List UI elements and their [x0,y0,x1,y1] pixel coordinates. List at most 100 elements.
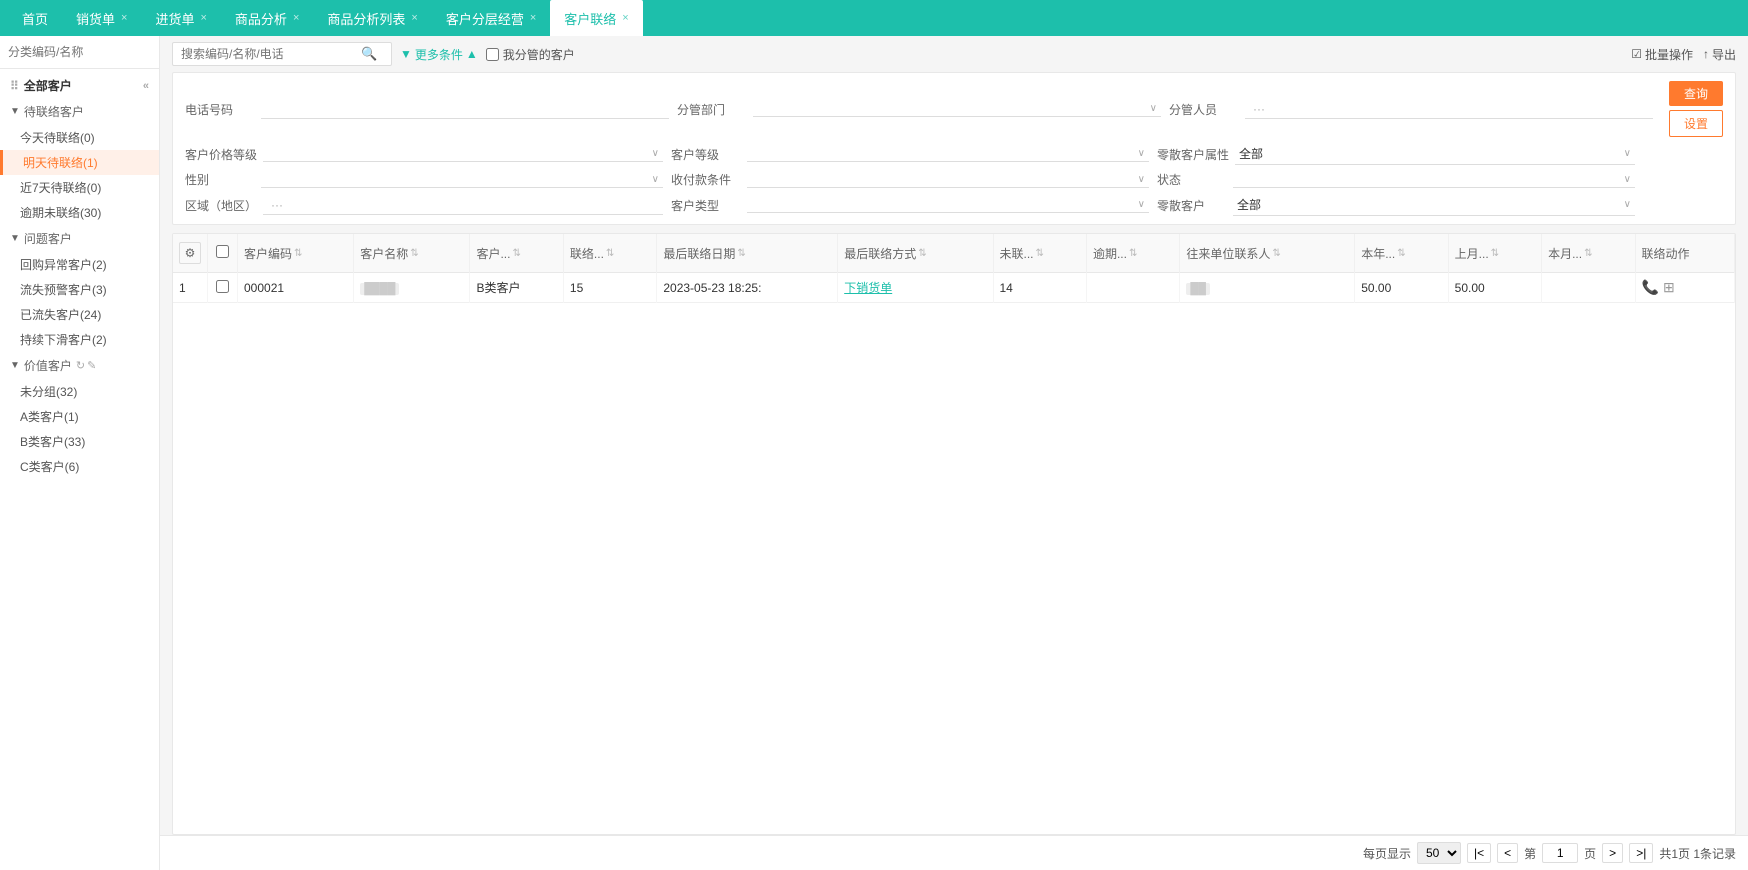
sidebar-problem-section[interactable]: ▼ 问题客户 [0,225,159,252]
customer-type-select[interactable]: ∨ [747,197,1149,213]
retail-customer-select[interactable]: 全部 ∨ [1233,194,1635,216]
col-name[interactable]: 客户名称 ⇅ [354,234,470,273]
sort-icon: ⇅ [1397,248,1405,259]
nav-purchase[interactable]: 进货单 × [141,0,220,36]
row-actions[interactable]: 📞 ⊞ [1635,273,1734,303]
nav-product-analysis-list[interactable]: 商品分析列表 × [313,0,431,36]
phone-action-icon[interactable]: 📞 [1642,279,1659,296]
my-customers-checkbox[interactable]: 我分管的客户 [486,46,575,63]
filter-price-level: 客户价格等级 ∨ [185,146,663,163]
edit-icon[interactable]: ✎ [87,359,96,372]
filter-phone: 电话号码 [185,100,669,119]
close-icon[interactable]: × [121,12,127,24]
last-page-button[interactable]: >| [1629,843,1653,863]
row-last-method[interactable]: 下销货单 [838,273,993,303]
filter-customer-type: 客户类型 ∨ [671,197,1149,214]
sidebar-item-a-class[interactable]: A类客户(1) [0,404,159,429]
sidebar-item-overdue-contact[interactable]: 逾期未联络(30) [0,200,159,225]
close-icon[interactable]: × [530,12,536,24]
payment-select[interactable]: ∨ [747,172,1149,188]
sort-icon: ⇅ [606,248,614,259]
collapse-icon[interactable]: « [143,80,149,92]
sidebar-item-continue-drop[interactable]: 持续下滑客户(2) [0,327,159,352]
toolbar-search-box[interactable]: 🔍 [172,42,392,66]
col-contact-person[interactable]: 往来单位联系人 ⇅ [1180,234,1355,273]
close-icon[interactable]: × [200,12,206,24]
more-filter-button[interactable]: ▼ 更多条件 ▲ [400,46,478,63]
export-button[interactable]: ↑ 导出 [1703,46,1736,63]
sidebar-item-already-lost[interactable]: 已流失客户(24) [0,302,159,327]
customer-level-select[interactable]: ∨ [747,146,1149,162]
person-select[interactable]: ··· [1245,100,1653,119]
nav-home[interactable]: 首页 [8,0,62,36]
prev-page-button[interactable]: < [1497,843,1518,863]
col-this-month[interactable]: 本月... ⇅ [1542,234,1635,273]
sort-icon: ⇅ [294,248,302,259]
col-code[interactable]: 客户编码 ⇅ [238,234,354,273]
filter-row-1: 电话号码 分管部门 ∨ 分管人员 ··· 查询 设置 [185,81,1723,137]
query-button[interactable]: 查询 [1669,81,1723,106]
row-last-date: 2023-05-23 18:25: [657,273,838,303]
row-this-year: 50.00 [1355,273,1448,303]
content-area: 🔍 ▼ 更多条件 ▲ 我分管的客户 ☑ 批量操作 ↑ 导出 [160,36,1748,870]
my-customers-check[interactable] [486,48,499,61]
nav-sales[interactable]: 销货单 × [62,0,141,36]
close-icon[interactable]: × [622,12,628,24]
customers-table: ⚙ 客户编码 ⇅ 客户名称 [173,234,1735,303]
nav-customer-contact[interactable]: 客户联络 × [550,0,642,36]
settings-button[interactable]: 设置 [1669,110,1723,137]
page-size-select[interactable]: 50 [1417,842,1461,864]
qr-action-icon[interactable]: ⊞ [1663,279,1675,296]
sidebar-item-week7-contact[interactable]: 近7天待联络(0) [0,175,159,200]
col-last-date[interactable]: 最后联络日期 ⇅ [657,234,838,273]
col-overdue[interactable]: 逾期... ⇅ [1086,234,1179,273]
col-checkbox[interactable] [208,234,238,273]
gear-button[interactable]: ⚙ [179,242,201,264]
col-contact-count[interactable]: 联络... ⇅ [563,234,656,273]
more-icon: ··· [1249,102,1269,116]
sidebar-item-tomorrow-contact[interactable]: 明天待联络(1) [0,150,159,175]
sidebar-item-c-class[interactable]: C类客户(6) [0,454,159,479]
col-uncontacted[interactable]: 未联... ⇅ [993,234,1086,273]
nav-product-analysis[interactable]: 商品分析 × [221,0,313,36]
status-select[interactable]: ∨ [1233,172,1635,188]
close-icon[interactable]: × [411,12,417,24]
phone-input[interactable] [261,100,669,119]
col-last-method[interactable]: 最后联络方式 ⇅ [838,234,993,273]
search-input[interactable] [181,47,361,61]
close-icon[interactable]: × [293,12,299,24]
sort-icon: ⇅ [512,248,520,259]
col-settings[interactable]: ⚙ [173,234,208,273]
sidebar-item-b-class[interactable]: B类客户(33) [0,429,159,454]
nav-customer-tier[interactable]: 客户分层经营 × [432,0,550,36]
sidebar-value-section[interactable]: ▼ 价值客户 ↻ ✎ [0,352,159,379]
filter-actions: 查询 设置 [1669,81,1723,137]
sidebar-search-input[interactable] [8,45,160,59]
first-page-button[interactable]: |< [1467,843,1491,863]
row-select-checkbox[interactable] [216,280,229,293]
gender-select[interactable]: ∨ [261,172,663,188]
sidebar-pending-section[interactable]: ▼ 待联络客户 [0,98,159,125]
sidebar-item-repeat-abnormal[interactable]: 回购异常客户(2) [0,252,159,277]
region-select[interactable]: ··· [263,196,663,215]
dept-select[interactable]: ∨ [753,101,1161,117]
next-page-button[interactable]: > [1602,843,1623,863]
col-type[interactable]: 客户... ⇅ [470,234,563,273]
sidebar-search-box[interactable]: 🔍 [0,36,159,69]
sidebar-all-customers-header[interactable]: ⠿ 全部客户 « [0,69,159,98]
table-row: 1 000021 ████ B类客户 15 2023-05-23 18:25: … [173,273,1735,303]
row-checkbox[interactable] [208,273,238,303]
refresh-icon[interactable]: ↻ [76,359,85,372]
table-area: ⚙ 客户编码 ⇅ 客户名称 [172,233,1736,835]
retail-attr-select[interactable]: 全部 ∨ [1235,143,1635,165]
col-last-month[interactable]: 上月... ⇅ [1448,234,1541,273]
sidebar-item-ungrouped[interactable]: 未分组(32) [0,379,159,404]
select-all-checkbox[interactable] [216,245,229,258]
batch-operations-button[interactable]: ☑ 批量操作 [1631,46,1693,63]
price-level-select[interactable]: ∨ [263,146,663,162]
sidebar-item-lost-warning[interactable]: 流失预警客户(3) [0,277,159,302]
col-this-year[interactable]: 本年... ⇅ [1355,234,1448,273]
page-number-input[interactable] [1542,843,1578,863]
sort-icon: ⇅ [918,248,926,259]
sidebar-item-today-contact[interactable]: 今天待联络(0) [0,125,159,150]
